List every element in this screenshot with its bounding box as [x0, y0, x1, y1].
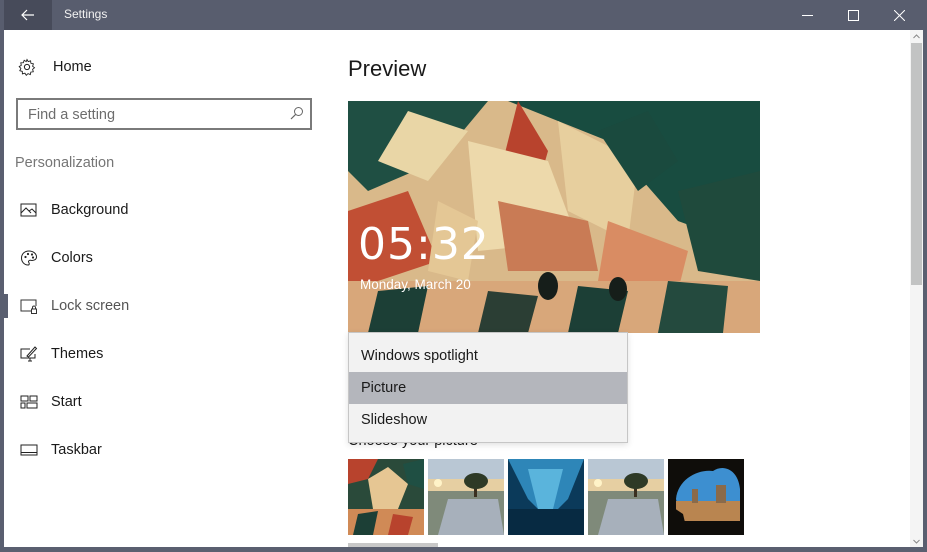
sidebar: Home Personalization Background [4, 30, 334, 547]
back-arrow-icon [21, 9, 34, 21]
sidebar-item-label: Start [51, 394, 82, 410]
window-title: Settings [64, 7, 108, 21]
sidebar-item-taskbar[interactable]: Taskbar [4, 430, 334, 470]
search-input[interactable] [28, 105, 278, 125]
sidebar-item-label: Colors [51, 250, 93, 266]
sidebar-item-lock-screen[interactable]: Lock screen [4, 286, 334, 326]
picture-icon [20, 203, 37, 217]
main-content: Preview 05:32 Monday, March 20 Windows s… [348, 30, 908, 547]
settings-window: Home Personalization Background [4, 30, 923, 547]
thumbnail-painted-temple[interactable] [348, 459, 424, 535]
start-tiles-icon [20, 395, 38, 409]
sidebar-item-label: Themes [51, 346, 104, 362]
search-icon[interactable] [290, 106, 304, 120]
thumbnail-blue-ice-cave[interactable] [508, 459, 584, 535]
sidebar-item-themes[interactable]: Themes [4, 334, 334, 374]
home-label: Home [53, 59, 92, 75]
scroll-up-button[interactable] [910, 30, 923, 42]
sidebar-item-start[interactable]: Start [4, 382, 334, 422]
dropdown-option-windows-spotlight[interactable]: Windows spotlight [349, 340, 627, 372]
scrollbar-thumb[interactable] [911, 43, 922, 285]
lock-screen-time: 05:32 [358, 219, 490, 270]
themes-icon [20, 346, 38, 362]
sidebar-item-label: Taskbar [51, 442, 102, 458]
page-title: Preview [348, 56, 427, 81]
home-link[interactable]: Home [18, 56, 92, 78]
search-box[interactable] [16, 98, 312, 130]
vertical-scrollbar[interactable] [910, 30, 923, 547]
title-bar: Settings [0, 0, 927, 30]
lock-screen-date: Monday, March 20 [360, 277, 471, 292]
scroll-down-button[interactable] [910, 535, 923, 547]
minimize-button[interactable] [784, 0, 830, 30]
dropdown-option-picture[interactable]: Picture [349, 372, 627, 404]
dropdown-option-slideshow[interactable]: Slideshow [349, 404, 627, 436]
sidebar-item-background[interactable]: Background [4, 190, 334, 230]
thumbnail-tree-on-rocks[interactable] [428, 459, 504, 535]
chevron-down-icon [913, 539, 920, 544]
sidebar-item-label: Lock screen [51, 298, 130, 314]
taskbar-icon [20, 444, 38, 456]
lock-screen-icon [20, 299, 37, 314]
maximize-icon [847, 9, 859, 21]
back-button[interactable] [4, 0, 52, 30]
preview-background-image [348, 101, 760, 333]
section-label: Personalization [15, 155, 115, 171]
gear-icon [18, 58, 36, 76]
lock-screen-preview: 05:32 Monday, March 20 [348, 101, 760, 333]
close-icon [893, 9, 905, 21]
horizontal-scrollbar[interactable] [348, 543, 438, 547]
thumbnail-tree-on-rocks-2[interactable] [588, 459, 664, 535]
maximize-button[interactable] [830, 0, 876, 30]
sidebar-item-label: Background [51, 202, 129, 218]
chevron-up-icon [913, 33, 920, 38]
minimize-icon [801, 14, 813, 16]
close-button[interactable] [876, 0, 922, 30]
sidebar-item-colors[interactable]: Colors [4, 238, 334, 278]
background-dropdown-menu[interactable]: Windows spotlight Picture Slideshow [348, 332, 628, 443]
thumbnail-beach-cave[interactable] [668, 459, 744, 535]
palette-icon [20, 250, 38, 266]
